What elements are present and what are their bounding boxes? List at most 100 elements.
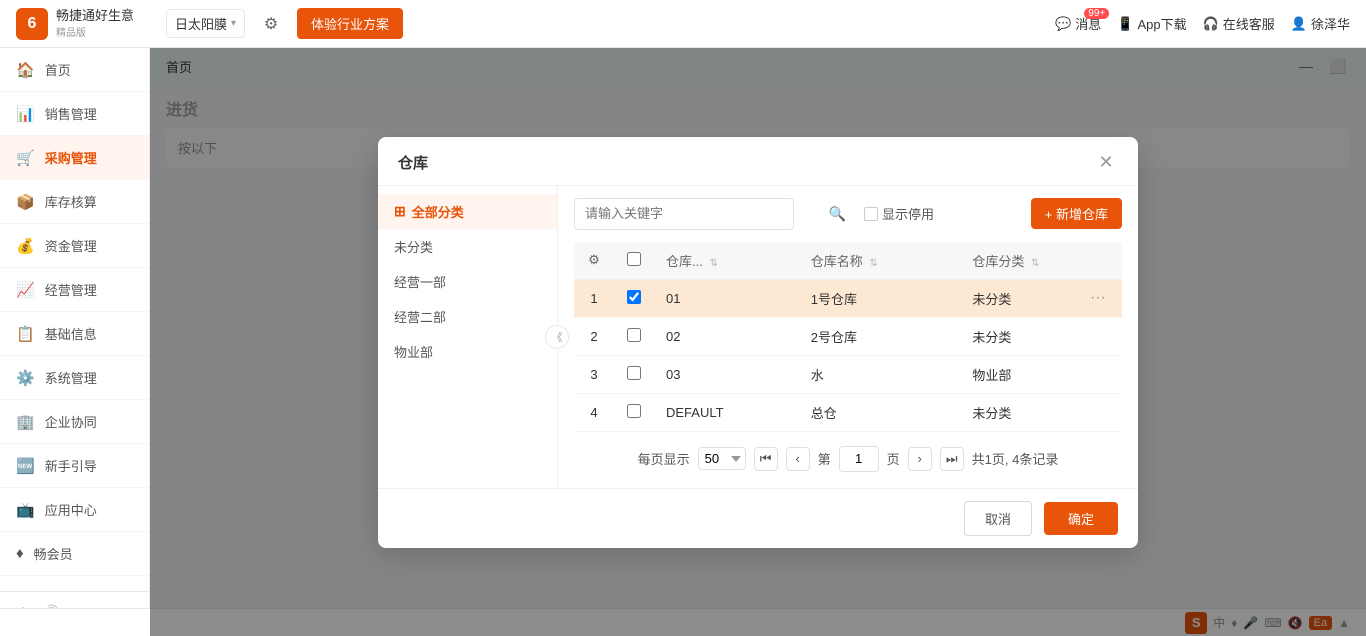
modal-close-button[interactable]: ✕ xyxy=(1094,151,1118,175)
row-checkbox[interactable] xyxy=(627,290,641,304)
category-item-dept1[interactable]: 经营一部 xyxy=(378,264,557,299)
category-item-dept2[interactable]: 经营二部 xyxy=(378,299,557,334)
online-service-item[interactable]: 🎧 在线客服 xyxy=(1203,14,1275,33)
sort-name-icon: ⇅ xyxy=(869,258,877,269)
sidebar-label-sales: 销售管理 xyxy=(45,104,97,123)
logo-title: 畅捷通好生意 xyxy=(56,8,134,24)
logo-sub: 精品版 xyxy=(56,24,134,39)
row-index: 2 xyxy=(574,317,614,355)
row-index: 1 xyxy=(574,279,614,317)
prev-page-button[interactable]: ‹ xyxy=(786,447,810,471)
row-checkbox[interactable] xyxy=(627,328,641,342)
user-item[interactable]: 👤 徐泽华 xyxy=(1291,14,1350,33)
search-input[interactable] xyxy=(574,198,794,230)
sidebar-label-enterprise: 企业协同 xyxy=(45,412,97,431)
sidebar-item-finance[interactable]: 💰 资金管理 xyxy=(0,224,149,268)
show-disabled-checkbox[interactable] xyxy=(864,207,878,221)
category-item-unclassified[interactable]: 未分类 xyxy=(378,229,557,264)
select-all-checkbox[interactable] xyxy=(627,252,641,266)
modal-title: 仓库 xyxy=(398,152,428,173)
row-code: 03 xyxy=(654,355,799,393)
table-row[interactable]: 4 DEFAULT 总仓 未分类 xyxy=(574,393,1122,431)
col-code-label: 仓库... xyxy=(666,254,703,269)
table-row[interactable]: 2 02 2号仓库 未分类 xyxy=(574,317,1122,355)
table-row[interactable]: 1 01 1号仓库 未分类 ··· xyxy=(574,279,1122,317)
enterprise-icon: 🏢 xyxy=(16,413,35,431)
row-code: 01 xyxy=(654,279,799,317)
header-right: 💬 消息 99+ 📱 App下载 🎧 在线客服 👤 徐泽华 xyxy=(1055,14,1350,33)
row-name: 水 xyxy=(799,355,961,393)
page-suffix: 页 xyxy=(887,449,900,468)
store-name: 日太阳膜 xyxy=(175,14,227,33)
table-row[interactable]: 3 03 水 物业部 xyxy=(574,355,1122,393)
row-checkbox-cell xyxy=(614,317,654,355)
row-index: 3 xyxy=(574,355,614,393)
warehouse-table: ⚙ 仓库... ⇅ xyxy=(574,242,1122,432)
row-index: 4 xyxy=(574,393,614,431)
settings-icon[interactable]: ⚙ xyxy=(257,10,285,38)
per-page-label: 每页显示 xyxy=(638,449,690,468)
page-prefix: 第 xyxy=(818,449,831,468)
sidebar-item-basic[interactable]: 📋 基础信息 xyxy=(0,312,149,356)
message-icon: 💬 xyxy=(1055,16,1071,32)
show-disabled-checkbox-label[interactable]: 显示停用 xyxy=(864,204,934,223)
col-category-label: 仓库分类 xyxy=(972,254,1024,269)
sidebar-label-apps: 应用中心 xyxy=(45,500,97,519)
per-page-select[interactable]: 50 10 20 100 xyxy=(698,447,746,470)
system-icon: ⚙️ xyxy=(16,369,35,387)
sidebar-item-inventory[interactable]: 📦 库存核算 xyxy=(0,180,149,224)
col-name: 仓库名称 ⇅ xyxy=(799,242,961,280)
row-name: 1号仓库 xyxy=(799,279,961,317)
last-page-button[interactable]: ⏭ xyxy=(940,447,964,471)
col-category: 仓库分类 ⇅ xyxy=(960,242,1122,280)
message-badge: 99+ xyxy=(1084,8,1109,19)
header-center: 日太阳膜 ▾ ⚙ 体验行业方案 xyxy=(166,8,1055,39)
user-icon: 👤 xyxy=(1291,16,1307,32)
col-code: 仓库... ⇅ xyxy=(654,242,799,280)
sidebar-item-purchase[interactable]: 🛒 采购管理 xyxy=(0,136,149,180)
grid-icon: ⊞ xyxy=(394,203,406,220)
username: 徐泽华 xyxy=(1311,14,1350,33)
sidebar-item-home[interactable]: 🏠 首页 xyxy=(0,48,149,92)
finance-icon: 💰 xyxy=(16,237,35,255)
sales-icon: 📊 xyxy=(16,105,35,123)
first-page-button[interactable]: ⏮ xyxy=(754,447,778,471)
sidebar-item-operations[interactable]: 📈 经营管理 xyxy=(0,268,149,312)
sidebar-item-member[interactable]: ♦ 畅会员 xyxy=(0,532,149,576)
cancel-button[interactable]: 取消 xyxy=(964,501,1032,536)
table-header-row: ⚙ 仓库... ⇅ xyxy=(574,242,1122,280)
category-item-property[interactable]: 物业部 xyxy=(378,334,557,369)
row-category: 未分类 xyxy=(960,393,1122,431)
add-warehouse-button[interactable]: + 新增仓库 xyxy=(1031,198,1122,229)
modal-footer: 取消 确定 xyxy=(378,488,1138,548)
page-number-input[interactable] xyxy=(839,446,879,472)
confirm-button[interactable]: 确定 xyxy=(1044,502,1118,535)
apps-icon: 📺 xyxy=(16,501,35,519)
row-code: DEFAULT xyxy=(654,393,799,431)
search-icon[interactable]: 🔍 xyxy=(829,205,846,222)
sidebar-item-system[interactable]: ⚙️ 系统管理 xyxy=(0,356,149,400)
category-all-item[interactable]: ⊞ 全部分类 xyxy=(378,194,557,229)
table-body: 1 01 1号仓库 未分类 ··· 2 02 2号仓库 未分类 3 xyxy=(574,279,1122,431)
app-download-item[interactable]: 📱 App下载 xyxy=(1117,14,1186,33)
next-page-button[interactable]: › xyxy=(908,447,932,471)
row-checkbox[interactable] xyxy=(627,366,641,380)
app-icon: 📱 xyxy=(1117,16,1133,32)
sidebar-item-apps[interactable]: 📺 应用中心 xyxy=(0,488,149,532)
trial-button[interactable]: 体验行业方案 xyxy=(297,8,403,39)
top-header: 6 畅捷通好生意 精品版 日太阳膜 ▾ ⚙ 体验行业方案 💬 消息 99+ 📱 … xyxy=(0,0,1366,48)
inventory-icon: 📦 xyxy=(16,193,35,211)
store-selector[interactable]: 日太阳膜 ▾ xyxy=(166,9,245,38)
chevron-down-icon: ▾ xyxy=(231,18,236,29)
pagination: 每页显示 50 10 20 100 ⏮ ‹ 第 页 xyxy=(574,432,1122,476)
row-name: 2号仓库 xyxy=(799,317,961,355)
row-checkbox[interactable] xyxy=(627,404,641,418)
row-actions[interactable]: ··· xyxy=(1090,289,1106,307)
content-area: 首页 — ⬜ 进货 按以下 仓库 ✕ xyxy=(150,48,1366,636)
category-label-1: 经营一部 xyxy=(394,275,446,290)
sidebar-item-guide[interactable]: 🆕 新手引导 xyxy=(0,444,149,488)
sidebar-item-sales[interactable]: 📊 销售管理 xyxy=(0,92,149,136)
sidebar-item-enterprise[interactable]: 🏢 企业协同 xyxy=(0,400,149,444)
message-item[interactable]: 💬 消息 99+ xyxy=(1055,14,1101,33)
collapse-panel-button[interactable]: 《 xyxy=(545,325,569,349)
